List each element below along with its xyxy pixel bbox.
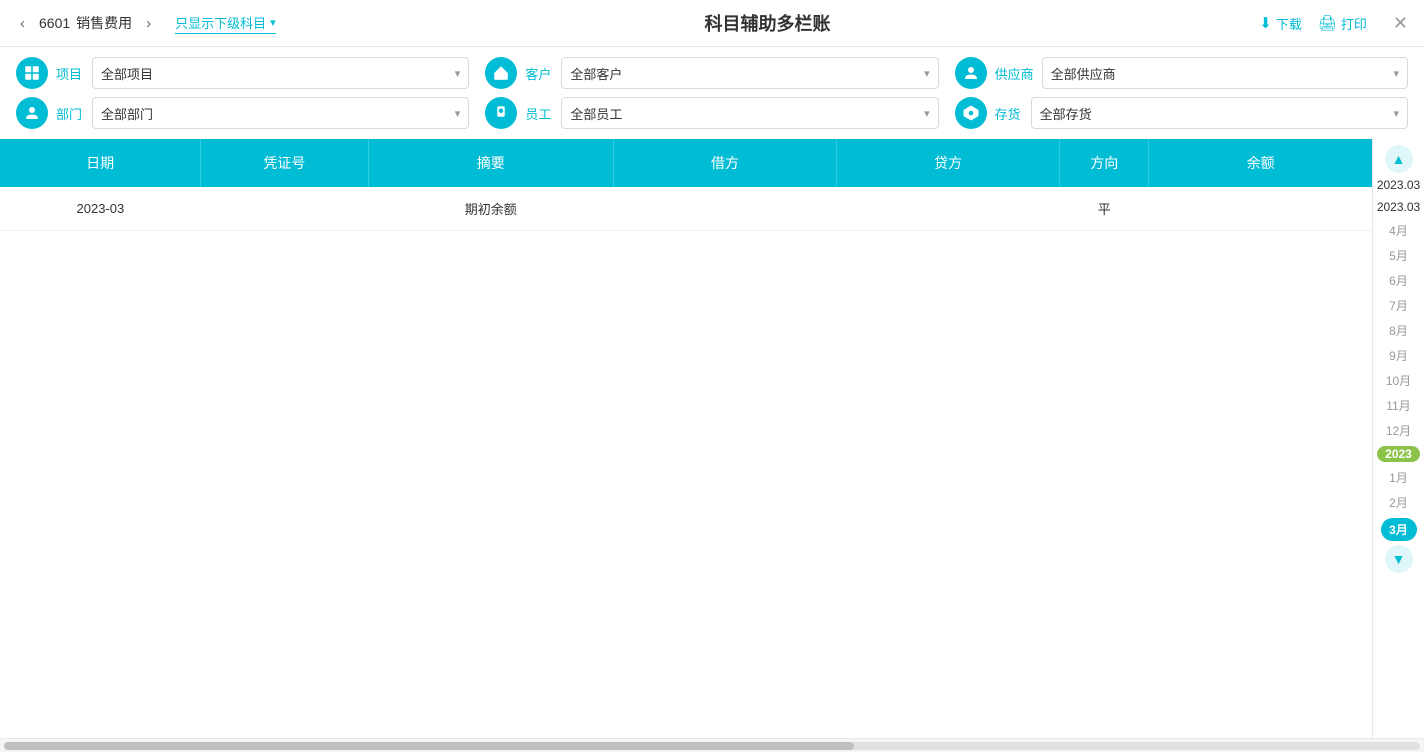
table-container: 日期 凭证号 摘要 借方 贷方 方向 余额 2023-03 期初余额 bbox=[0, 139, 1372, 738]
timeline-month-6[interactable]: 6月 bbox=[1373, 269, 1424, 292]
inventory-label: 存货 bbox=[995, 104, 1023, 123]
prev-account-btn[interactable]: ‹ bbox=[16, 13, 29, 34]
inventory-icon bbox=[955, 97, 987, 129]
timeline-month-11[interactable]: 11月 bbox=[1373, 394, 1424, 417]
employee-icon bbox=[485, 97, 517, 129]
supplier-value: 全部供应商 bbox=[1051, 64, 1116, 83]
download-btn[interactable]: ⬇ 下载 bbox=[1259, 14, 1302, 33]
timeline-down-btn[interactable]: ▼ bbox=[1385, 545, 1413, 573]
employee-value: 全部员工 bbox=[570, 104, 622, 123]
employee-arrow: ▾ bbox=[924, 107, 930, 120]
project-select[interactable]: 全部项目 ▾ bbox=[92, 57, 469, 89]
row-direction: 平 bbox=[1060, 187, 1149, 231]
timeline-month-9[interactable]: 9月 bbox=[1373, 344, 1424, 367]
filter-department: 部门 全部部门 ▾ bbox=[16, 97, 469, 129]
department-value: 全部部门 bbox=[101, 104, 153, 123]
year-badge-container: 2023 bbox=[1373, 444, 1424, 464]
customer-value: 全部客户 bbox=[570, 64, 622, 83]
supplier-arrow: ▾ bbox=[1393, 67, 1399, 80]
inventory-arrow: ▾ bbox=[1393, 107, 1399, 120]
timeline-month-12[interactable]: 12月 bbox=[1373, 419, 1424, 442]
department-select[interactable]: 全部部门 ▾ bbox=[92, 97, 469, 129]
close-btn[interactable]: ✕ bbox=[1393, 13, 1408, 34]
col-credit: 贷方 bbox=[837, 139, 1060, 187]
print-label: 打印 bbox=[1341, 14, 1367, 33]
next-account-btn[interactable]: › bbox=[142, 13, 155, 34]
inventory-select[interactable]: 全部存货 ▾ bbox=[1031, 97, 1408, 129]
main-window: ‹ 6601 销售费用 › 只显示下级科目 ▾ 科目辅助多栏账 ⬇ 下载 🖨 打… bbox=[0, 0, 1424, 752]
col-voucher: 凭证号 bbox=[201, 139, 368, 187]
show-sub-label: 只显示下级科目 bbox=[175, 13, 266, 32]
toolbar-actions: ⬇ 下载 🖨 打印 ✕ bbox=[1259, 13, 1408, 34]
filter-project: 项目 全部项目 ▾ bbox=[16, 57, 469, 89]
download-label: 下载 bbox=[1276, 14, 1302, 33]
filter-inventory: 存货 全部存货 ▾ bbox=[955, 97, 1408, 129]
row-balance bbox=[1149, 187, 1372, 231]
project-label: 项目 bbox=[56, 64, 84, 83]
scroll-bar[interactable] bbox=[0, 738, 1424, 752]
col-summary: 摘要 bbox=[368, 139, 613, 187]
top-bar: ‹ 6601 销售费用 › 只显示下级科目 ▾ 科目辅助多栏账 ⬇ 下载 🖨 打… bbox=[0, 0, 1424, 47]
timeline-month-2[interactable]: 2月 bbox=[1373, 491, 1424, 514]
timeline-up-btn[interactable]: ▲ bbox=[1385, 145, 1413, 173]
col-debit: 借方 bbox=[613, 139, 836, 187]
project-icon bbox=[16, 57, 48, 89]
print-btn[interactable]: 🖨 打印 bbox=[1318, 14, 1367, 33]
timeline-month-1[interactable]: 1月 bbox=[1373, 466, 1424, 489]
down-icon: ▼ bbox=[1392, 551, 1406, 567]
timeline-month-3-active[interactable]: 3月 bbox=[1381, 518, 1417, 541]
supplier-label: 供应商 bbox=[995, 64, 1034, 83]
row-debit bbox=[613, 187, 836, 231]
row-credit bbox=[837, 187, 1060, 231]
active-month-container: 3月 bbox=[1373, 518, 1424, 541]
scroll-thumb bbox=[4, 742, 854, 750]
account-code-box: 6601 销售费用 bbox=[39, 13, 132, 33]
show-sub-btn[interactable]: 只显示下级科目 ▾ bbox=[175, 13, 276, 34]
row-date: 2023-03 bbox=[0, 187, 201, 231]
timeline-month-10[interactable]: 10月 bbox=[1373, 369, 1424, 392]
col-date: 日期 bbox=[0, 139, 201, 187]
department-label: 部门 bbox=[56, 104, 84, 123]
filter-bar: 项目 全部项目 ▾ 客户 全部客户 ▾ 供应商 全部供应商 ▾ bbox=[0, 47, 1424, 139]
show-sub-arrow: ▾ bbox=[270, 16, 276, 29]
department-arrow: ▾ bbox=[455, 107, 461, 120]
table-row: 2023-03 期初余额 平 bbox=[0, 187, 1372, 231]
row-voucher bbox=[201, 187, 368, 231]
col-balance: 余额 bbox=[1149, 139, 1372, 187]
customer-label: 客户 bbox=[525, 64, 553, 83]
account-code: 6601 bbox=[39, 15, 70, 31]
customer-arrow: ▾ bbox=[924, 67, 930, 80]
project-arrow: ▾ bbox=[455, 67, 461, 80]
page-title: 科目辅助多栏账 bbox=[286, 10, 1250, 36]
timeline-month-7[interactable]: 7月 bbox=[1373, 294, 1424, 317]
timeline-period-second[interactable]: 2023.03 bbox=[1373, 197, 1424, 217]
filter-supplier: 供应商 全部供应商 ▾ bbox=[955, 57, 1408, 89]
scroll-track bbox=[4, 742, 1420, 750]
timeline-month-4[interactable]: 4月 bbox=[1373, 219, 1424, 242]
account-name: 销售费用 bbox=[76, 13, 132, 33]
timeline-period-top[interactable]: 2023.03 bbox=[1373, 175, 1424, 195]
customer-icon bbox=[485, 57, 517, 89]
year-badge: 2023 bbox=[1377, 446, 1420, 462]
filter-customer: 客户 全部客户 ▾ bbox=[485, 57, 938, 89]
timeline-panel: ▲ 2023.03 2023.03 4月 5月 6月 7月 8月 9月 10月 … bbox=[1372, 139, 1424, 738]
data-table: 日期 凭证号 摘要 借方 贷方 方向 余额 2023-03 期初余额 bbox=[0, 139, 1372, 231]
employee-select[interactable]: 全部员工 ▾ bbox=[561, 97, 938, 129]
inventory-value: 全部存货 bbox=[1040, 104, 1092, 123]
up-icon: ▲ bbox=[1392, 151, 1406, 167]
row-summary: 期初余额 bbox=[368, 187, 613, 231]
department-icon bbox=[16, 97, 48, 129]
timeline-month-5[interactable]: 5月 bbox=[1373, 244, 1424, 267]
print-icon: 🖨 bbox=[1318, 14, 1337, 32]
download-icon: ⬇ bbox=[1259, 14, 1272, 32]
filter-employee: 员工 全部员工 ▾ bbox=[485, 97, 938, 129]
supplier-icon bbox=[955, 57, 987, 89]
employee-label: 员工 bbox=[525, 104, 553, 123]
col-direction: 方向 bbox=[1060, 139, 1149, 187]
customer-select[interactable]: 全部客户 ▾ bbox=[561, 57, 938, 89]
timeline-month-8[interactable]: 8月 bbox=[1373, 319, 1424, 342]
project-value: 全部项目 bbox=[101, 64, 153, 83]
supplier-select[interactable]: 全部供应商 ▾ bbox=[1042, 57, 1408, 89]
